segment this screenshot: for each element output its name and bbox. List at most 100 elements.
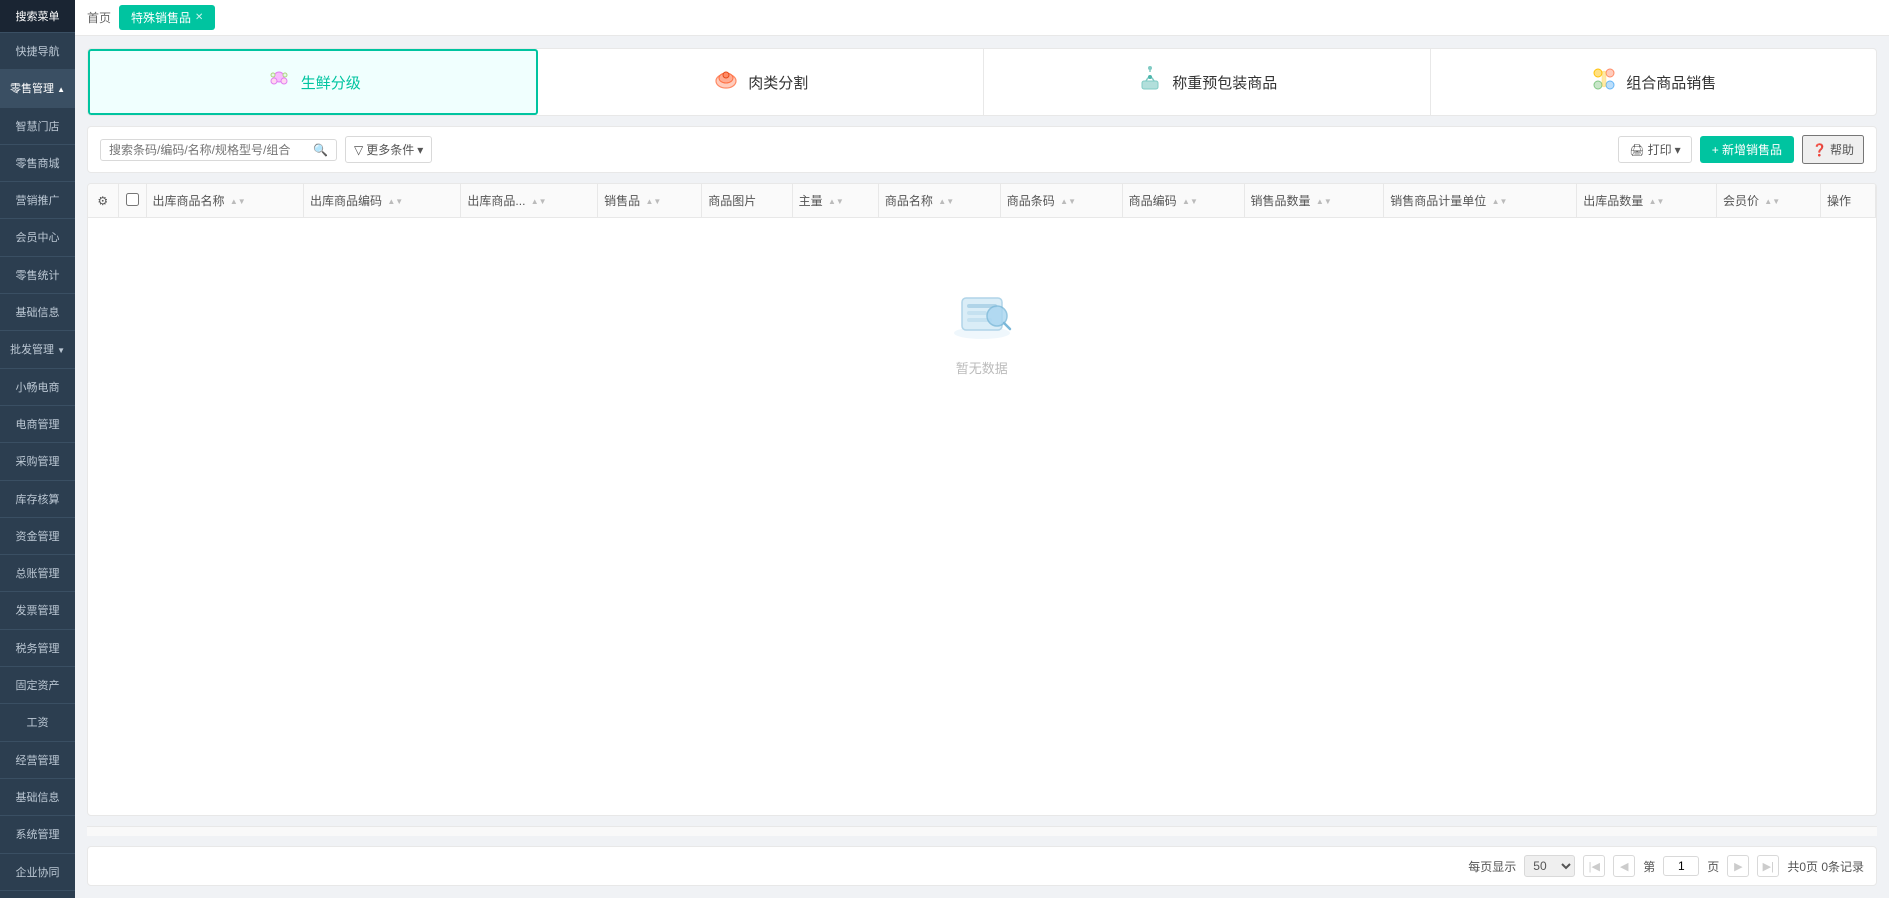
sort-warehouse-code[interactable]: ▲▼ <box>387 198 403 206</box>
sidebar-item-quick-nav[interactable]: 快捷导航 <box>0 33 75 70</box>
toolbar-left: 🔍 ▽ 更多条件 ▾ <box>100 136 432 163</box>
sort-warehouse-name[interactable]: ▲▼ <box>230 198 246 206</box>
sidebar-item-retail-mgmt[interactable]: 零售管理 ▲ <box>0 70 75 107</box>
sidebar-item-fixed-assets[interactable]: 固定资产 <box>0 667 75 704</box>
th-action: 操作 <box>1821 184 1876 218</box>
sidebar-item-new-guide[interactable]: 新手引导 <box>0 891 75 898</box>
cat-tab-fresh-grading[interactable]: 生鲜分级 <box>88 49 538 115</box>
sidebar-item-inventory[interactable]: 库存核算 <box>0 481 75 518</box>
fresh-grading-icon <box>265 65 293 99</box>
page-prev-button[interactable]: ◀ <box>1613 855 1635 877</box>
cat-tab-meat-cutting-label: 肉类分割 <box>748 72 808 93</box>
main-content: 首页 特殊销售品 ✕ 生鲜分级 肉类分割 <box>75 0 1889 898</box>
sidebar-item-wholesale-mgmt[interactable]: 批发管理 ▼ <box>0 331 75 368</box>
sort-main-quantity[interactable]: ▲▼ <box>828 198 844 206</box>
combo-sales-icon <box>1590 65 1618 99</box>
filter-button[interactable]: ▽ 更多条件 ▾ <box>345 136 432 163</box>
print-icon: 🖨 <box>1629 143 1644 157</box>
empty-text: 暂无数据 <box>956 358 1008 377</box>
page-label: 第 <box>1643 858 1655 875</box>
sidebar-item-salary[interactable]: 工资 <box>0 704 75 741</box>
filter-label: 更多条件 <box>366 141 414 158</box>
sidebar-item-enterprise-coop[interactable]: 企业协同 <box>0 854 75 891</box>
sort-product-barcode[interactable]: ▲▼ <box>1060 198 1076 206</box>
empty-icon <box>942 278 1022 348</box>
sidebar-item-purchase-mgmt[interactable]: 采购管理 <box>0 443 75 480</box>
sort-product-name[interactable]: ▲▼ <box>938 198 954 206</box>
sidebar-item-ecom-mgmt[interactable]: 电商管理 <box>0 406 75 443</box>
sidebar-item-tax-mgmt[interactable]: 税务管理 <box>0 630 75 667</box>
filter-arrow-icon: ▾ <box>417 143 423 157</box>
page-next-button[interactable]: ▶ <box>1727 855 1749 877</box>
sidebar-item-sys-mgmt[interactable]: 系统管理 <box>0 816 75 853</box>
sidebar-item-finance[interactable]: 资金管理 <box>0 518 75 555</box>
th-settings[interactable]: ⚙ <box>88 184 118 218</box>
select-all-checkbox[interactable] <box>126 193 139 206</box>
sort-sales-unit[interactable]: ▲▼ <box>1492 198 1508 206</box>
sidebar-item-basic-info[interactable]: 基础信息 <box>0 294 75 331</box>
th-warehouse-qty: 出库品数量 ▲▼ <box>1577 184 1717 218</box>
empty-state-row: 暂无数据 <box>88 218 1876 438</box>
sort-sales-quantity[interactable]: ▲▼ <box>1316 198 1332 206</box>
pagination: 每页显示 50 10 20 100 |◀ ◀ 第 页 ▶ ▶| 共0页 0条记录 <box>87 846 1877 886</box>
page-size-select[interactable]: 50 10 20 100 <box>1524 855 1575 877</box>
add-button[interactable]: + 新增销售品 <box>1700 136 1794 163</box>
th-checkbox[interactable] <box>118 184 146 218</box>
print-label: 打印 <box>1648 141 1672 158</box>
th-sales-quantity: 销售品数量 ▲▼ <box>1244 184 1384 218</box>
page-first-button[interactable]: |◀ <box>1583 855 1605 877</box>
sort-member-price[interactable]: ▲▼ <box>1764 198 1780 206</box>
search-icon: 🔍 <box>313 143 328 157</box>
print-button[interactable]: 🖨 打印 ▾ <box>1618 136 1691 163</box>
th-member-price: 会员价 ▲▼ <box>1716 184 1820 218</box>
sidebar: 搜索菜单 快捷导航 零售管理 ▲ 智慧门店 零售商城 营销推广 会员中心 零售统… <box>0 0 75 898</box>
horizontal-scrollbar[interactable] <box>87 826 1877 836</box>
topbar-active-tab[interactable]: 特殊销售品 ✕ <box>119 5 215 30</box>
sidebar-item-retail-mall[interactable]: 零售商城 <box>0 145 75 182</box>
cat-tab-weight-prepack[interactable]: 称重预包装商品 <box>984 49 1431 115</box>
sidebar-item-member-center[interactable]: 会员中心 <box>0 219 75 256</box>
table-body: 暂无数据 <box>88 218 1876 438</box>
sidebar-search[interactable]: 搜索菜单 <box>0 0 75 33</box>
sidebar-item-marketing[interactable]: 营销推广 <box>0 182 75 219</box>
sidebar-item-general-ledger[interactable]: 总账管理 <box>0 555 75 592</box>
page-container: 生鲜分级 肉类分割 称重预包装商品 组合商品销售 <box>75 36 1889 898</box>
topbar-home-link[interactable]: 首页 <box>87 9 111 26</box>
filter-icon: ▽ <box>354 143 363 157</box>
sort-warehouse-spec[interactable]: ▲▼ <box>531 198 547 206</box>
sort-product-code[interactable]: ▲▼ <box>1182 198 1198 206</box>
sidebar-item-ops-mgmt[interactable]: 经营管理 <box>0 742 75 779</box>
category-tabs: 生鲜分级 肉类分割 称重预包装商品 组合商品销售 <box>87 48 1877 116</box>
page-unit: 页 <box>1707 858 1719 875</box>
cat-tab-meat-cutting[interactable]: 肉类分割 <box>538 49 985 115</box>
th-product-name: 商品名称 ▲▼ <box>878 184 1000 218</box>
weight-prepack-icon <box>1136 65 1164 99</box>
cat-tab-fresh-grading-label: 生鲜分级 <box>301 72 361 93</box>
search-input[interactable] <box>109 143 309 157</box>
sort-warehouse-qty[interactable]: ▲▼ <box>1649 198 1665 206</box>
cat-tab-combo-sales[interactable]: 组合商品销售 <box>1431 49 1877 115</box>
cat-tab-weight-prepack-label: 称重预包装商品 <box>1172 72 1277 93</box>
table-container: ⚙ 出库商品名称 ▲▼ 出库商品编码 ▲▼ 出库商品... ▲▼ <box>87 183 1877 816</box>
sidebar-item-smart-store[interactable]: 智慧门店 <box>0 108 75 145</box>
page-input[interactable] <box>1663 856 1699 876</box>
th-main-quantity: 主量 ▲▼ <box>792 184 878 218</box>
th-product-barcode: 商品条码 ▲▼ <box>1000 184 1122 218</box>
sort-sales-item[interactable]: ▲▼ <box>645 198 661 206</box>
page-total: 共0页 0条记录 <box>1787 858 1864 875</box>
page-last-button[interactable]: ▶| <box>1757 855 1779 877</box>
sidebar-item-mini-ecom[interactable]: 小畅电商 <box>0 369 75 406</box>
sidebar-item-retail-stats[interactable]: 零售统计 <box>0 257 75 294</box>
topbar-tab-close[interactable]: ✕ <box>195 12 203 23</box>
search-box: 🔍 <box>100 139 337 161</box>
print-arrow-icon: ▾ <box>1675 143 1681 157</box>
sidebar-item-invoice-mgmt[interactable]: 发票管理 <box>0 592 75 629</box>
toolbar: 🔍 ▽ 更多条件 ▾ 🖨 打印 ▾ + 新增销售品 ❓ <box>87 126 1877 173</box>
per-page-label: 每页显示 <box>1468 858 1516 875</box>
th-warehouse-name: 出库商品名称 ▲▼ <box>146 184 303 218</box>
sidebar-logo-label: 搜索菜单 <box>16 11 60 23</box>
sidebar-item-base-info2[interactable]: 基础信息 <box>0 779 75 816</box>
data-table: ⚙ 出库商品名称 ▲▼ 出库商品编码 ▲▼ 出库商品... ▲▼ <box>88 184 1876 437</box>
th-sales-unit: 销售商品计量单位 ▲▼ <box>1384 184 1577 218</box>
help-button[interactable]: ❓ 帮助 <box>1802 135 1864 164</box>
